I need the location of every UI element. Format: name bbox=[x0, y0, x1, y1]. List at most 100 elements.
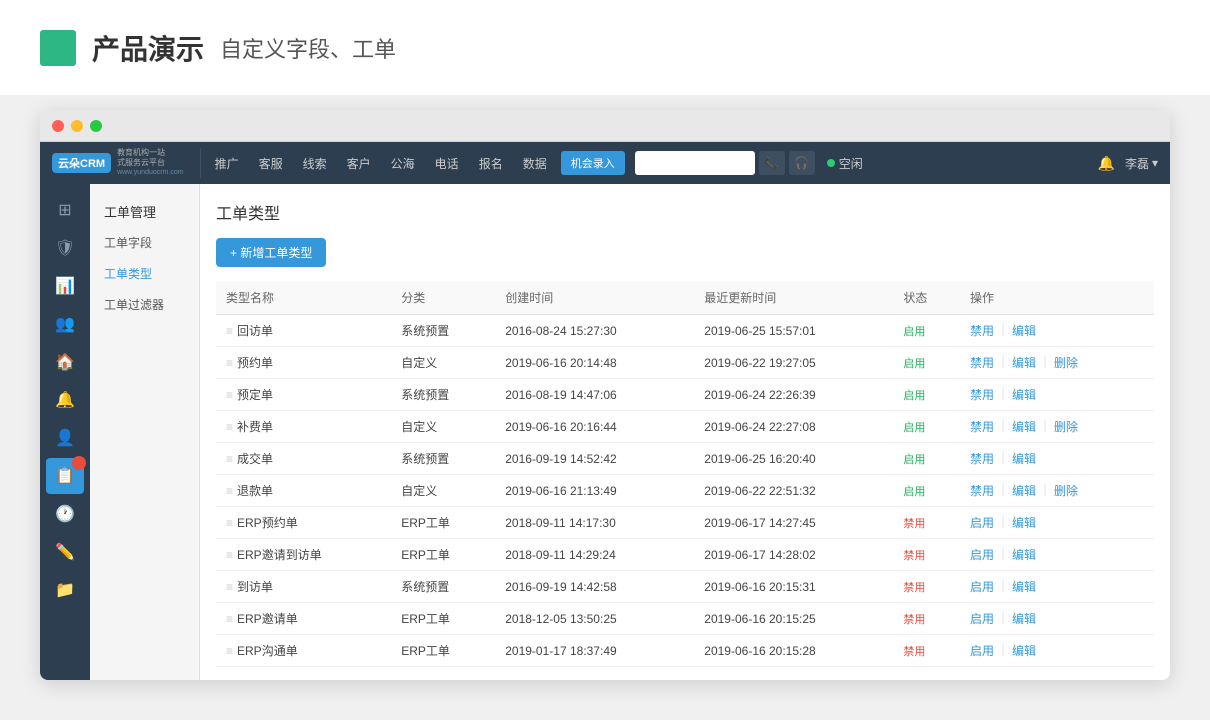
sub-sidebar-item-workorder-filters[interactable]: 工单过滤器 bbox=[90, 289, 199, 320]
sidebar-icon-pen[interactable]: ✏️ bbox=[46, 534, 84, 570]
status-badge: 启用 bbox=[903, 390, 925, 402]
sidebar-icon-bell[interactable]: 🔔 bbox=[46, 382, 84, 418]
nav-item-gonghai[interactable]: 公海 bbox=[381, 142, 425, 184]
traffic-light-green[interactable] bbox=[90, 120, 102, 132]
action-禁用[interactable]: 禁用 bbox=[970, 324, 994, 338]
action-编辑[interactable]: 编辑 bbox=[1012, 580, 1036, 594]
action-编辑[interactable]: 编辑 bbox=[1012, 548, 1036, 562]
sidebar-icon-shield[interactable]: 🛡 bbox=[46, 230, 84, 266]
action-禁用[interactable]: 禁用 bbox=[970, 388, 994, 402]
sidebar-icon-person[interactable]: 👤 bbox=[46, 420, 84, 456]
sidebar-icon-ticket[interactable]: 📋 bbox=[46, 458, 84, 494]
status-text: 空闲 bbox=[839, 155, 863, 172]
action-separator: ｜ bbox=[997, 388, 1009, 402]
nav-item-tuiguang[interactable]: 推广 bbox=[205, 142, 249, 184]
cell-status: 启用 bbox=[893, 475, 960, 507]
action-编辑[interactable]: 编辑 bbox=[1012, 420, 1036, 434]
table-row: ≡成交单系统预置2016-09-19 14:52:422019-06-25 16… bbox=[216, 443, 1154, 475]
action-启用[interactable]: 启用 bbox=[970, 644, 994, 658]
traffic-light-red[interactable] bbox=[52, 120, 64, 132]
notification-bell-icon[interactable]: 🔔 bbox=[1098, 155, 1115, 172]
nav-item-dianhua[interactable]: 电话 bbox=[425, 142, 469, 184]
traffic-light-yellow[interactable] bbox=[71, 120, 83, 132]
drag-handle-icon: ≡ bbox=[226, 644, 233, 658]
drag-handle-icon: ≡ bbox=[226, 516, 233, 530]
sub-sidebar-title: 工单管理 bbox=[90, 196, 199, 227]
sidebar-icon-clock[interactable]: 🕐 bbox=[46, 496, 84, 532]
action-启用[interactable]: 启用 bbox=[970, 580, 994, 594]
action-编辑[interactable]: 编辑 bbox=[1012, 388, 1036, 402]
cell-actions: 启用｜编辑 bbox=[960, 635, 1154, 667]
action-编辑[interactable]: 编辑 bbox=[1012, 484, 1036, 498]
action-启用[interactable]: 启用 bbox=[970, 548, 994, 562]
status-badge: 禁用 bbox=[903, 646, 925, 658]
action-编辑[interactable]: 编辑 bbox=[1012, 452, 1036, 466]
drag-handle-icon: ≡ bbox=[226, 612, 233, 626]
user-menu[interactable]: 李磊 ▾ bbox=[1125, 155, 1158, 172]
action-编辑[interactable]: 编辑 bbox=[1012, 356, 1036, 370]
sidebar-icon-chart[interactable]: 📊 bbox=[46, 268, 84, 304]
cell-name: ≡成交单 bbox=[216, 443, 391, 475]
cell-name: ≡补费单 bbox=[216, 411, 391, 443]
sidebar-icon-file[interactable]: 📁 bbox=[46, 572, 84, 608]
action-禁用[interactable]: 禁用 bbox=[970, 484, 994, 498]
headset-icon-btn[interactable]: 🎧 bbox=[789, 151, 815, 175]
cell-actions: 禁用｜编辑｜删除 bbox=[960, 475, 1154, 507]
action-编辑[interactable]: 编辑 bbox=[1012, 644, 1036, 658]
cell-category: 自定义 bbox=[391, 475, 495, 507]
cell-name: ≡回访单 bbox=[216, 315, 391, 347]
action-编辑[interactable]: 编辑 bbox=[1012, 324, 1036, 338]
nav-item-shuju[interactable]: 数据 bbox=[513, 142, 557, 184]
action-separator: ｜ bbox=[997, 356, 1009, 370]
action-删除[interactable]: 删除 bbox=[1054, 484, 1078, 498]
action-separator: ｜ bbox=[1039, 420, 1051, 434]
nav-item-xiansuо[interactable]: 线索 bbox=[293, 142, 337, 184]
col-created: 创建时间 bbox=[495, 281, 694, 315]
logo-url: www.yunduocrm.com bbox=[117, 169, 184, 176]
opportunity-entry-btn[interactable]: 机会录入 bbox=[561, 151, 625, 175]
nav-icons: 📞 🎧 bbox=[759, 151, 815, 175]
phone-icon-btn[interactable]: 📞 bbox=[759, 151, 785, 175]
cell-actions: 启用｜编辑 bbox=[960, 507, 1154, 539]
cell-updated: 2019-06-17 14:27:45 bbox=[694, 507, 893, 539]
action-编辑[interactable]: 编辑 bbox=[1012, 516, 1036, 530]
status-badge: 启用 bbox=[903, 454, 925, 466]
row-name: 补费单 bbox=[237, 420, 273, 434]
cell-updated: 2019-06-25 16:20:40 bbox=[694, 443, 893, 475]
table-row: ≡回访单系统预置2016-08-24 15:27:302019-06-25 15… bbox=[216, 315, 1154, 347]
nav-item-baoming[interactable]: 报名 bbox=[469, 142, 513, 184]
row-name: ERP预约单 bbox=[237, 516, 298, 530]
nav-item-kehu[interactable]: 客户 bbox=[337, 142, 381, 184]
cell-name: ≡到访单 bbox=[216, 571, 391, 603]
table-row: ≡ERP邀请单ERP工单2018-12-05 13:50:252019-06-1… bbox=[216, 603, 1154, 635]
col-actions: 操作 bbox=[960, 281, 1154, 315]
action-separator: ｜ bbox=[997, 420, 1009, 434]
action-禁用[interactable]: 禁用 bbox=[970, 452, 994, 466]
cell-actions: 禁用｜编辑 bbox=[960, 379, 1154, 411]
status-badge: 禁用 bbox=[903, 518, 925, 530]
table-row: ≡预约单自定义2019-06-16 20:14:482019-06-22 19:… bbox=[216, 347, 1154, 379]
action-禁用[interactable]: 禁用 bbox=[970, 356, 994, 370]
action-编辑[interactable]: 编辑 bbox=[1012, 612, 1036, 626]
row-name: 到访单 bbox=[237, 580, 273, 594]
content-row: ⊞ 🛡 📊 👥 🏠 🔔 👤 📋 🕐 ✏️ 📁 bbox=[40, 184, 1170, 680]
action-启用[interactable]: 启用 bbox=[970, 516, 994, 530]
sub-sidebar-item-workorder-fields[interactable]: 工单字段 bbox=[90, 227, 199, 258]
nav-item-kefu[interactable]: 客服 bbox=[249, 142, 293, 184]
sidebar-icon-home[interactable]: 🏠 bbox=[46, 344, 84, 380]
action-删除[interactable]: 删除 bbox=[1054, 356, 1078, 370]
add-workorder-type-btn[interactable]: + 新增工单类型 bbox=[216, 238, 326, 267]
sidebar-icon-users[interactable]: 👥 bbox=[46, 306, 84, 342]
top-search-input[interactable] bbox=[635, 151, 755, 175]
action-禁用[interactable]: 禁用 bbox=[970, 420, 994, 434]
action-separator: ｜ bbox=[997, 580, 1009, 594]
logo-sub: 教育机构一站式服务云平台www.yunduocrm.com bbox=[117, 148, 184, 178]
user-name: 李磊 bbox=[1125, 155, 1149, 172]
sub-sidebar-item-workorder-types[interactable]: 工单类型 bbox=[90, 258, 199, 289]
cell-actions: 启用｜编辑 bbox=[960, 539, 1154, 571]
sidebar-icon-grid[interactable]: ⊞ bbox=[46, 192, 84, 228]
action-separator: ｜ bbox=[1039, 484, 1051, 498]
cell-category: ERP工单 bbox=[391, 635, 495, 667]
action-启用[interactable]: 启用 bbox=[970, 612, 994, 626]
action-删除[interactable]: 删除 bbox=[1054, 420, 1078, 434]
